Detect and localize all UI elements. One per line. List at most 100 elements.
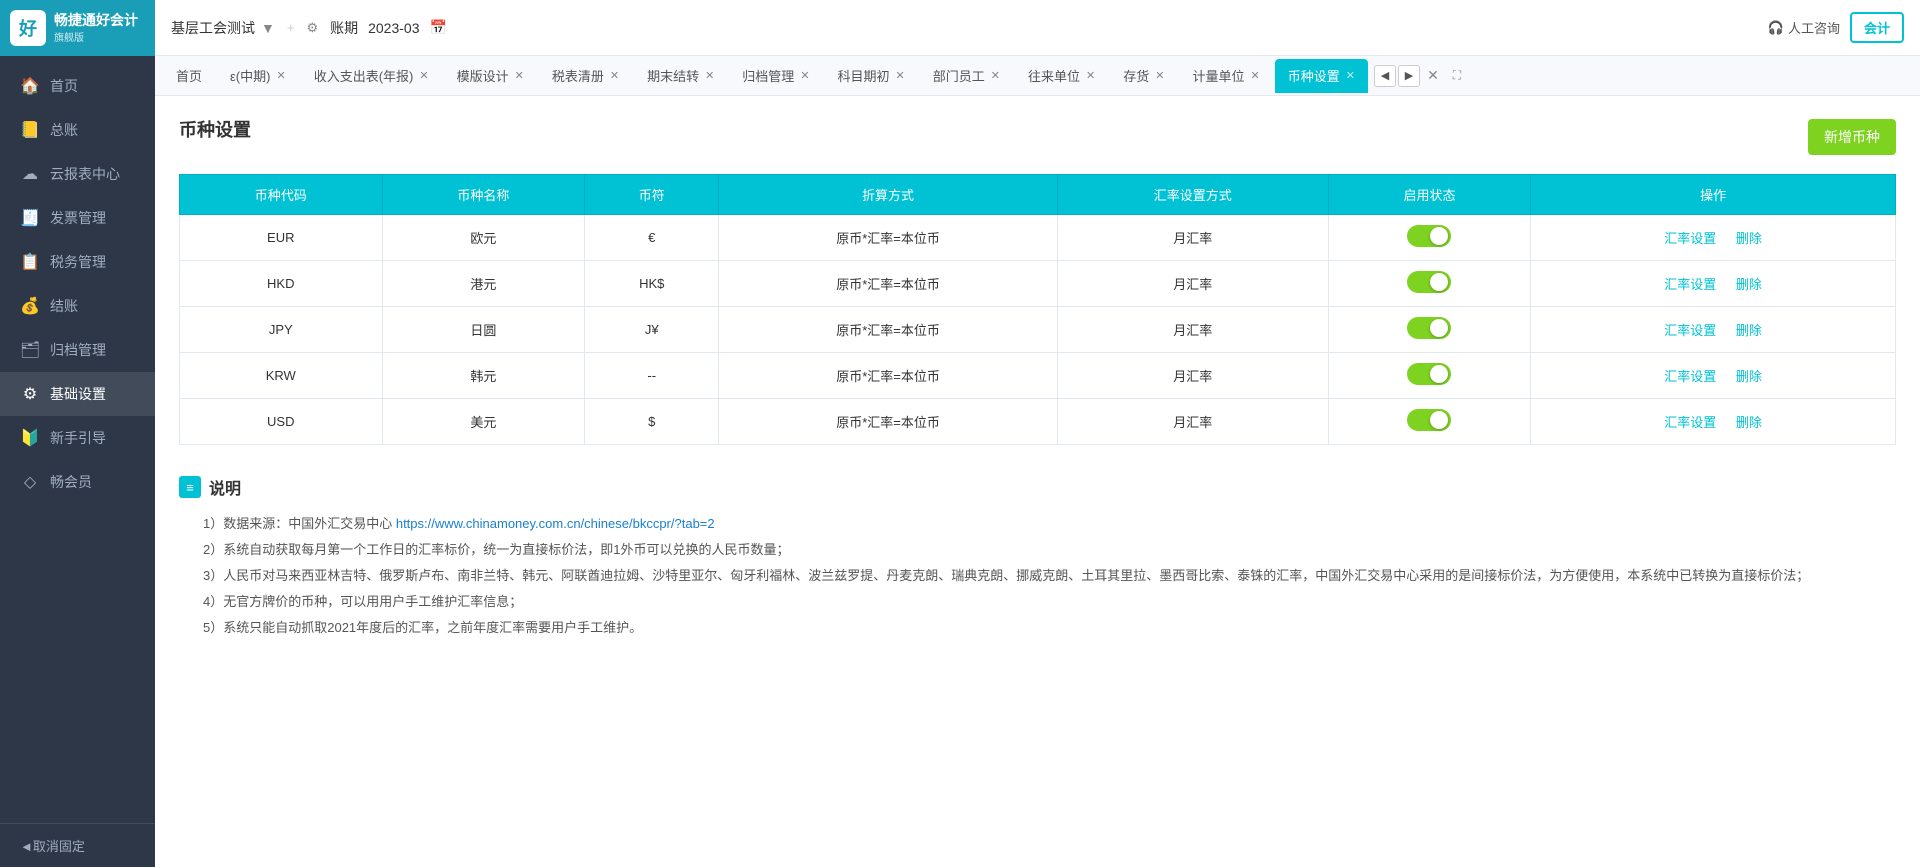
tab-label: 币种设置 — [1288, 66, 1340, 85]
tab-close-icon[interactable]: ✕ — [896, 69, 905, 82]
ledger-icon: 📒 — [20, 120, 40, 140]
table-row: HKD港元HK$原币*汇率=本位币月汇率 汇率设置 删除 — [180, 261, 1896, 307]
tab-close-icon[interactable]: ✕ — [515, 69, 524, 82]
settings-icon[interactable]: ⚙ — [306, 20, 318, 36]
sidebar-item-checkout[interactable]: 💰 结账 — [0, 284, 155, 328]
sidebar-label-guide: 新手引导 — [50, 428, 106, 448]
tab-计量单位[interactable]: 计量单位✕ — [1179, 59, 1272, 93]
tab-close-icon[interactable]: ✕ — [610, 69, 619, 82]
toggle-track[interactable] — [1407, 409, 1451, 431]
tab-存货[interactable]: 存货✕ — [1110, 59, 1177, 93]
sidebar-item-ledger[interactable]: 📒 总账 — [0, 108, 155, 152]
notice-list: 1）数据来源：中国外汇交易中心 https://www.chinamoney.c… — [179, 511, 1896, 641]
sidebar-item-member[interactable]: ◇ 畅会员 — [0, 460, 155, 504]
new-currency-button[interactable]: 新增币种 — [1808, 119, 1896, 155]
tab-close-icon[interactable]: ✕ — [1155, 69, 1164, 82]
tab-expand[interactable]: ⛶ — [1446, 65, 1468, 87]
cell-toggle — [1328, 353, 1531, 399]
member-icon: ◇ — [20, 472, 40, 492]
tab-ε(中期)[interactable]: ε(中期)✕ — [217, 59, 299, 93]
notice-title: ≡ 说明 — [179, 475, 1896, 499]
table-row: EUR欧元€原币*汇率=本位币月汇率 汇率设置 删除 — [180, 215, 1896, 261]
cell-2: € — [585, 215, 719, 261]
toggle-switch[interactable] — [1407, 363, 1451, 385]
tab-首页[interactable]: 首页 — [163, 59, 215, 93]
calendar-icon[interactable]: 📅 — [430, 19, 447, 36]
cell-1: 韩元 — [382, 353, 585, 399]
cell-actions: 汇率设置 删除 — [1531, 353, 1896, 399]
tab-模版设计[interactable]: 模版设计✕ — [444, 59, 537, 93]
tax-icon: 📋 — [20, 252, 40, 272]
tab-close-all[interactable]: ✕ — [1422, 65, 1444, 87]
rate-setting-link[interactable]: 汇率设置 — [1664, 369, 1716, 384]
tab-close-icon[interactable]: ✕ — [1086, 69, 1095, 82]
rate-setting-link[interactable]: 汇率设置 — [1664, 415, 1716, 430]
delete-link[interactable]: 删除 — [1736, 369, 1762, 384]
account-button[interactable]: 会计 — [1850, 12, 1904, 43]
sidebar-label-settings: 基础设置 — [50, 384, 106, 404]
sidebar-item-guide[interactable]: 🔰 新手引导 — [0, 416, 155, 460]
dropdown-icon: ▼ — [261, 20, 275, 36]
toggle-track[interactable] — [1407, 225, 1451, 247]
sidebar-item-archive[interactable]: 🗂 归档管理 — [0, 328, 155, 372]
sidebar: 好 畅捷通好会计 旗舰版 🏠 首页📒 总账☁ 云报表中心🧾 发票管理📋 税务管理… — [0, 0, 155, 867]
tab-close-icon[interactable]: ✕ — [419, 69, 428, 82]
notice-item: 3）人民币对马来西亚林吉特、俄罗斯卢布、南非兰特、韩元、阿联酋迪拉姆、沙特里亚尔… — [187, 563, 1896, 589]
toggle-track[interactable] — [1407, 363, 1451, 385]
sidebar-item-invoice[interactable]: 🧾 发票管理 — [0, 196, 155, 240]
delete-link[interactable]: 删除 — [1736, 231, 1762, 246]
cell-2: HK$ — [585, 261, 719, 307]
sidebar-item-report[interactable]: ☁ 云报表中心 — [0, 152, 155, 196]
sidebar-label-ledger: 总账 — [50, 120, 78, 140]
toggle-switch[interactable] — [1407, 225, 1451, 247]
cell-0: EUR — [180, 215, 383, 261]
tab-收入支出表(年报)[interactable]: 收入支出表(年报)✕ — [301, 59, 442, 93]
cell-0: HKD — [180, 261, 383, 307]
cell-actions: 汇率设置 删除 — [1531, 215, 1896, 261]
tab-close-icon[interactable]: ✕ — [991, 69, 1000, 82]
tab-币种设置[interactable]: 币种设置 ✕ — [1275, 59, 1368, 93]
sidebar-item-tax[interactable]: 📋 税务管理 — [0, 240, 155, 284]
sidebar-nav: 🏠 首页📒 总账☁ 云报表中心🧾 发票管理📋 税务管理💰 结账🗂 归档管理⚙ 基… — [0, 56, 155, 823]
tab-部门员工[interactable]: 部门员工✕ — [920, 59, 1013, 93]
toggle-switch[interactable] — [1407, 271, 1451, 293]
tab-close-icon[interactable]: ✕ — [276, 69, 285, 82]
rate-setting-link[interactable]: 汇率设置 — [1664, 277, 1716, 292]
tab-label: 往来单位 — [1028, 66, 1080, 85]
tab-close-icon[interactable]: ✕ — [800, 69, 809, 82]
help-button[interactable]: 🎧 人工咨询 — [1768, 18, 1840, 37]
sidebar-item-home[interactable]: 🏠 首页 — [0, 64, 155, 108]
company-selector[interactable]: 基层工会测试 ▼ — [171, 18, 275, 38]
tab-归档管理[interactable]: 归档管理 ✕ — [729, 59, 822, 93]
toggle-switch[interactable] — [1407, 409, 1451, 431]
toggle-track[interactable] — [1407, 317, 1451, 339]
tab-close-icon[interactable]: ✕ — [705, 69, 714, 82]
sidebar-label-invoice: 发票管理 — [50, 208, 106, 228]
rate-setting-link[interactable]: 汇率设置 — [1664, 323, 1716, 338]
tab-往来单位[interactable]: 往来单位 ✕ — [1015, 59, 1108, 93]
col-折算方式: 折算方式 — [719, 175, 1057, 215]
toggle-thumb — [1430, 365, 1448, 383]
rate-setting-link[interactable]: 汇率设置 — [1664, 231, 1716, 246]
tab-close-icon[interactable]: ✕ — [1250, 69, 1259, 82]
delete-link[interactable]: 删除 — [1736, 277, 1762, 292]
toggle-switch[interactable] — [1407, 317, 1451, 339]
tab-prev[interactable]: ◀ — [1374, 65, 1396, 87]
notice-link[interactable]: https://www.chinamoney.com.cn/chinese/bk… — [396, 516, 715, 531]
notice-item: 4）无官方牌价的币种，可以用用户手工维护汇率信息； — [187, 589, 1896, 615]
sidebar-collapse[interactable]: ◄取消固定 — [0, 823, 155, 867]
tab-科目期初[interactable]: 科目期初✕ — [825, 59, 918, 93]
delete-link[interactable]: 删除 — [1736, 415, 1762, 430]
tab-label: 归档管理 — [742, 66, 794, 85]
toggle-track[interactable] — [1407, 271, 1451, 293]
collapse-label: ◄取消固定 — [20, 836, 85, 855]
delete-link[interactable]: 删除 — [1736, 323, 1762, 338]
sidebar-label-member: 畅会员 — [50, 472, 92, 492]
tab-期末结转[interactable]: 期末结转✕ — [634, 59, 727, 93]
sidebar-item-settings[interactable]: ⚙ 基础设置 — [0, 372, 155, 416]
cell-4: 月汇率 — [1057, 261, 1328, 307]
tab-税表清册[interactable]: 税表清册✕ — [539, 59, 632, 93]
cell-1: 欧元 — [382, 215, 585, 261]
tab-close-icon[interactable]: ✕ — [1346, 69, 1355, 82]
tab-next[interactable]: ▶ — [1398, 65, 1420, 87]
